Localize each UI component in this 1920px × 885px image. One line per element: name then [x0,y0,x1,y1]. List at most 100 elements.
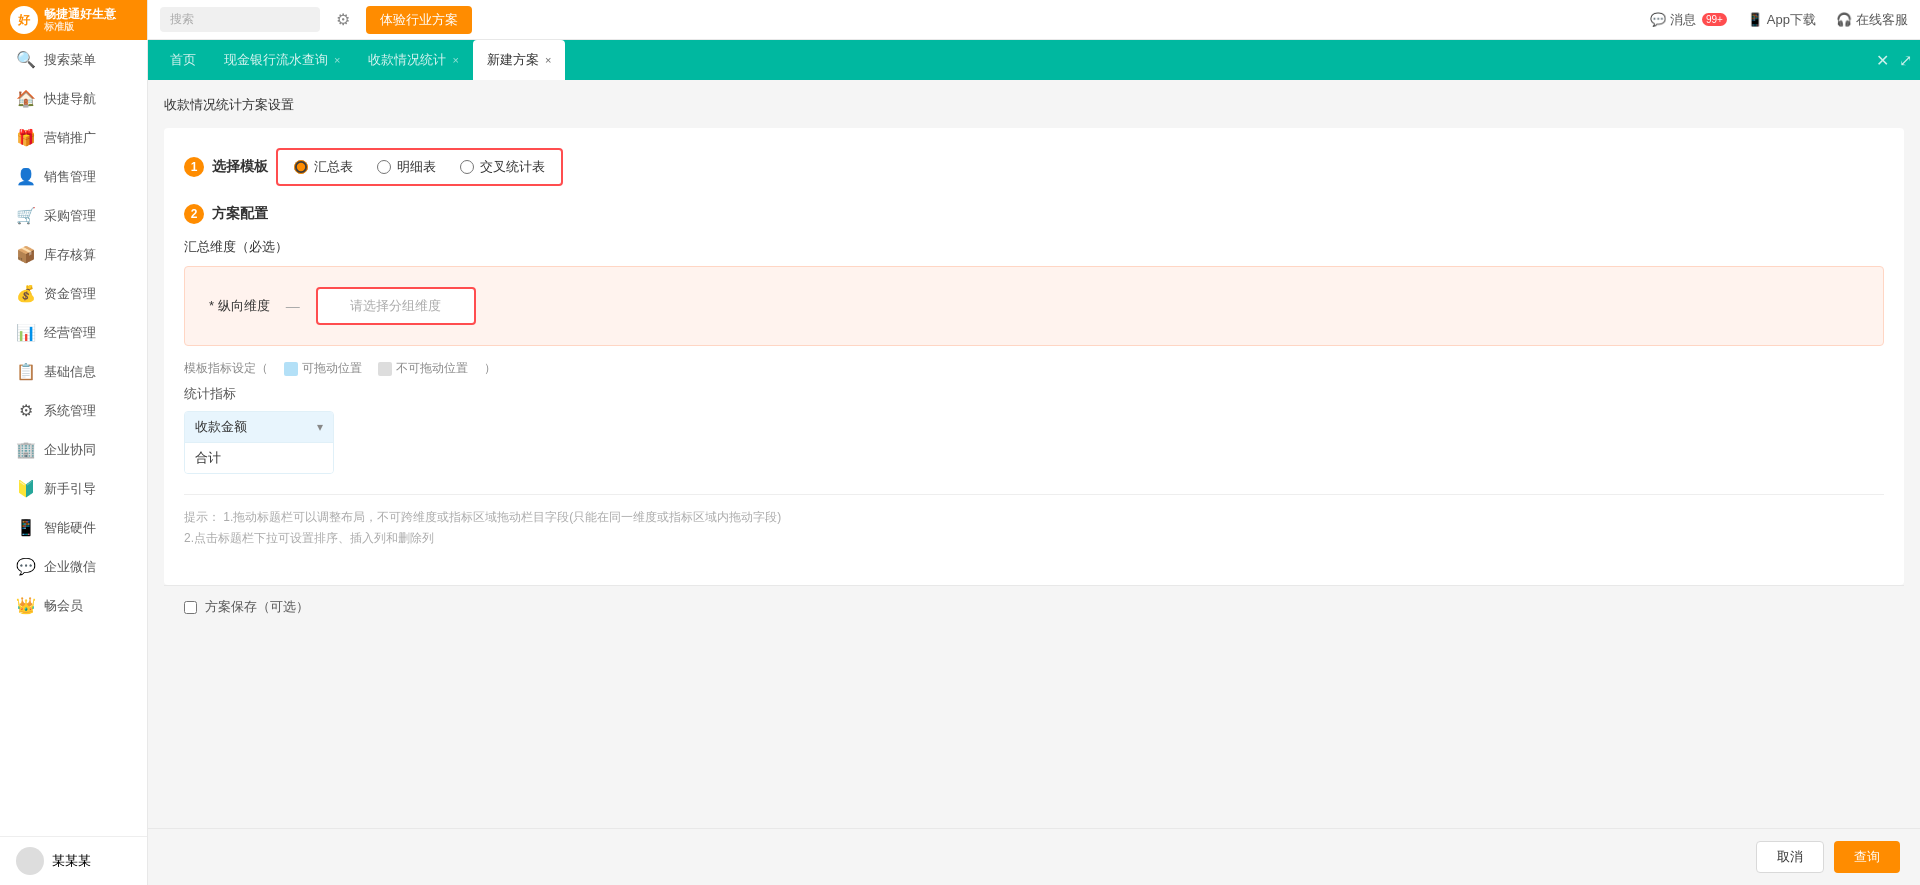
sidebar-item-operation[interactable]: 📊 经营管理 [0,313,147,352]
tab-new-plan-close[interactable]: × [545,54,551,66]
sidebar: 好 畅捷通好生意 标准版 🔍 搜索菜单 🏠 快捷导航 🎁 营销推广 👤 销售管理… [0,0,148,885]
sidebar-item-finance[interactable]: 💰 资金管理 [0,274,147,313]
indicator-col-header[interactable]: 收款金额 ▾ [185,412,333,442]
settings-icon[interactable]: ⚙ [336,10,350,29]
radio-summary-input[interactable] [294,160,308,174]
sidebar-item-label: 营销推广 [44,129,96,147]
movable-dot [284,362,298,376]
sidebar-item-weixin[interactable]: 💬 企业微信 [0,547,147,586]
tab-home[interactable]: 首页 [156,40,210,80]
indicator-settings-suffix: ） [484,360,496,377]
step1-label: 选择模板 [212,158,268,176]
radio-cross-input[interactable] [460,160,474,174]
tab-home-label: 首页 [170,51,196,69]
main-card: 1 选择模板 汇总表 明细表 交叉统计表 [164,128,1904,585]
finance-icon: 💰 [16,284,36,303]
system-icon: ⚙ [16,401,36,420]
sidebar-item-basic-info[interactable]: 📋 基础信息 [0,352,147,391]
marketing-icon: 🎁 [16,128,36,147]
radio-detail-label: 明细表 [397,158,436,176]
sidebar-item-label: 新手引导 [44,480,96,498]
save-checkbox[interactable] [184,601,197,614]
sidebar-item-label: 企业协同 [44,441,96,459]
app-download-button[interactable]: 📱 App下载 [1747,11,1816,29]
tab-bank-flow[interactable]: 现金银行流水查询 × [210,40,354,80]
sidebar-item-label: 基础信息 [44,363,96,381]
sidebar-item-smart-hw[interactable]: 📱 智能硬件 [0,508,147,547]
step2-header: 2 方案配置 [184,204,1884,224]
download-label: App下载 [1767,11,1816,29]
step1-section: 1 选择模板 汇总表 明细表 交叉统计表 [184,148,1884,186]
cancel-button[interactable]: 取消 [1756,841,1824,873]
tab-new-plan-label: 新建方案 [487,51,539,69]
vertical-dim-label: * 纵向维度 [209,297,270,315]
radio-summary-label: 汇总表 [314,158,353,176]
sidebar-item-purchase[interactable]: 🛒 采购管理 [0,196,147,235]
close-all-tabs-icon[interactable]: ✕ [1876,51,1889,70]
dim-arrow: — [286,298,300,314]
sales-icon: 👤 [16,167,36,186]
sidebar-item-guide[interactable]: 🔰 新手引导 [0,469,147,508]
sidebar-item-label: 库存核算 [44,246,96,264]
trial-button[interactable]: 体验行业方案 [366,6,472,34]
stat-label: 统计指标 [184,385,1884,403]
save-section: 方案保存（可选） [164,585,1904,628]
drag-fixed-legend: 不可拖动位置 [378,360,468,377]
col-sub-label: 合计 [195,450,221,465]
sidebar-item-marketing[interactable]: 🎁 营销推广 [0,118,147,157]
tab-bank-flow-close[interactable]: × [334,54,340,66]
tab-new-plan[interactable]: 新建方案 × [473,40,565,80]
col-header-chevron: ▾ [317,420,323,434]
query-button[interactable]: 查询 [1834,841,1900,873]
service-icon: 🎧 [1836,12,1852,27]
indicator-table: 收款金额 ▾ 合计 [184,411,334,474]
sidebar-item-inventory[interactable]: 📦 库存核算 [0,235,147,274]
tips-section: 提示： 1.拖动标题栏可以调整布局，不可跨维度或指标区域拖动栏目字段(只能在同一… [184,494,1884,547]
basic-info-icon: 📋 [16,362,36,381]
logo-icon: 好 [10,6,38,34]
tip-line-2: 2.点击标题栏下拉可设置排序、插入列和删除列 [184,530,1884,547]
step1-num: 1 [184,157,204,177]
step1-header: 1 选择模板 汇总表 明细表 交叉统计表 [184,148,1884,186]
member-icon: 👑 [16,596,36,615]
tip-line-1: 提示： 1.拖动标题栏可以调整布局，不可跨维度或指标区域拖动栏目字段(只能在同一… [184,509,1884,526]
sidebar-item-label: 销售管理 [44,168,96,186]
radio-detail-input[interactable] [377,160,391,174]
sidebar-item-sales[interactable]: 👤 销售管理 [0,157,147,196]
sidebar-item-member[interactable]: 👑 畅会员 [0,586,147,625]
radio-summary[interactable]: 汇总表 [294,158,353,176]
dim-select-box[interactable]: 请选择分组维度 [316,287,476,325]
tab-receipt-stats-close[interactable]: × [452,54,458,66]
online-service-button[interactable]: 🎧 在线客服 [1836,11,1908,29]
sidebar-item-enterprise[interactable]: 🏢 企业协同 [0,430,147,469]
service-label: 在线客服 [1856,11,1908,29]
radio-cross-label: 交叉统计表 [480,158,545,176]
sidebar-item-system[interactable]: ⚙ 系统管理 [0,391,147,430]
col-header-label: 收款金额 [195,418,247,436]
sidebar-item-quick-nav[interactable]: 🏠 快捷导航 [0,79,147,118]
avatar [16,847,44,875]
sidebar-item-label: 畅会员 [44,597,83,615]
weixin-icon: 💬 [16,557,36,576]
page-title: 收款情况统计方案设置 [164,96,1904,114]
sidebar-item-search-menu[interactable]: 🔍 搜索菜单 [0,40,147,79]
logo-text: 畅捷通好生意 [44,7,116,21]
sidebar-item-label: 资金管理 [44,285,96,303]
search-box[interactable]: 搜索 [160,7,320,32]
maximize-icon[interactable]: ⤢ [1899,51,1912,70]
step2-num: 2 [184,204,204,224]
radio-detail[interactable]: 明细表 [377,158,436,176]
tab-receipt-stats[interactable]: 收款情况统计 × [354,40,472,80]
tab-receipt-stats-label: 收款情况统计 [368,51,446,69]
tab-bank-flow-label: 现金银行流水查询 [224,51,328,69]
sidebar-item-label: 企业微信 [44,558,96,576]
radio-cross[interactable]: 交叉统计表 [460,158,545,176]
indicator-settings: 模板指标设定（ 可拖动位置 不可拖动位置 ） 统计指标 [184,360,1884,474]
message-button[interactable]: 💬 消息 99+ [1650,11,1727,29]
message-label: 消息 [1670,11,1696,29]
sidebar-item-label: 采购管理 [44,207,96,225]
quick-nav-icon: 🏠 [16,89,36,108]
user-name: 某某某 [52,852,91,870]
purchase-icon: 🛒 [16,206,36,225]
content-area: 收款情况统计方案设置 1 选择模板 汇总表 明细表 [148,80,1920,828]
